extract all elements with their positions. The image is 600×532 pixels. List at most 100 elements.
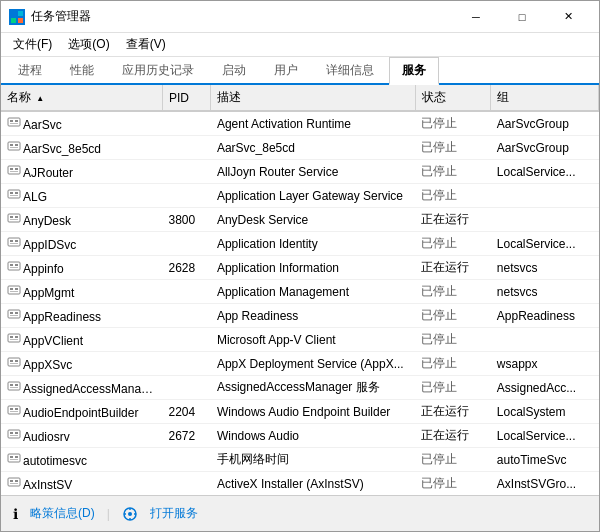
svg-rect-46 [15,360,18,362]
table-row[interactable]: ALG Application Layer Gateway Service 已停… [1,184,599,208]
cell-pid [162,448,210,472]
col-header-name[interactable]: 名称 ▲ [1,85,162,111]
table-row[interactable]: AudioEndpointBuilder 2204 Windows Audio … [1,400,599,424]
service-icon [7,379,23,393]
cell-desc: Application Information [211,256,416,280]
tab-details[interactable]: 详细信息 [313,57,387,83]
table-row[interactable]: AnyDesk 3800 AnyDesk Service 正在运行 [1,208,599,232]
col-header-desc[interactable]: 描述 [211,85,416,111]
footer-divider: | [107,507,110,521]
footer-hint-icon: ℹ [13,506,18,522]
col-header-status[interactable]: 状态 [415,85,490,111]
table-row[interactable]: AxInstSV ActiveX Installer (AxInstSV) 已停… [1,472,599,496]
minimize-button[interactable]: ─ [453,1,499,33]
cell-status: 已停止 [415,136,490,160]
cell-status: 正在运行 [415,256,490,280]
cell-status: 正在运行 [415,208,490,232]
cell-desc: AarSvc_8e5cd [211,136,416,160]
tab-users[interactable]: 用户 [261,57,311,83]
table-row[interactable]: AppVClient Microsoft App-V Client 已停止 [1,328,599,352]
open-services-link[interactable]: 打开服务 [150,505,198,522]
svg-rect-17 [10,192,13,194]
sort-arrow-name: ▲ [36,94,44,103]
cell-name: AarSvc_8e5cd [1,136,162,160]
svg-rect-48 [8,382,20,390]
cell-pid [162,184,210,208]
table-row[interactable]: AssignedAccessManager... AssignedAccessM… [1,376,599,400]
svg-rect-14 [15,168,18,170]
cell-group [491,184,599,208]
window-title: 任务管理器 [31,8,453,25]
tab-services[interactable]: 服务 [389,57,439,85]
service-icon [7,259,23,273]
table-row[interactable]: AppIDSvc Application Identity 已停止 LocalS… [1,232,599,256]
cell-desc: AssignedAccessManager 服务 [211,376,416,400]
table-row[interactable]: Appinfo 2628 Application Information 正在运… [1,256,599,280]
cell-group: AarSvcGroup [491,136,599,160]
cell-pid [162,160,210,184]
services-tbody: AarSvc Agent Activation Runtime 已停止 AarS… [1,111,599,495]
table-row[interactable]: AppXSvc AppX Deployment Service (AppX...… [1,352,599,376]
cell-desc: Application Layer Gateway Service [211,184,416,208]
svg-rect-21 [10,216,13,218]
cell-pid [162,111,210,136]
cell-pid [162,280,210,304]
menu-view[interactable]: 查看(V) [118,34,174,55]
service-icon [7,139,23,153]
cell-group: AxInstSVGro... [491,472,599,496]
cell-pid [162,352,210,376]
table-row[interactable]: AarSvc Agent Activation Runtime 已停止 AarS… [1,111,599,136]
cell-desc: AppX Deployment Service (AppX... [211,352,416,376]
svg-rect-12 [8,166,20,174]
svg-rect-60 [8,454,20,462]
table-row[interactable]: AarSvc_8e5cd AarSvc_8e5cd 已停止 AarSvcGrou… [1,136,599,160]
cell-name: Appinfo [1,256,162,280]
menu-options[interactable]: 选项(O) [60,34,117,55]
close-button[interactable]: ✕ [545,1,591,33]
svg-rect-41 [10,336,13,338]
hint-info-link[interactable]: 略策信息(D) [30,505,95,522]
svg-rect-65 [10,480,13,482]
maximize-button[interactable]: □ [499,1,545,33]
cell-group: LocalService... [491,232,599,256]
service-icon [7,355,23,369]
svg-rect-30 [15,264,18,266]
cell-name: autotimesvc [1,448,162,472]
svg-rect-39 [10,315,18,316]
service-icon [7,307,23,321]
svg-rect-4 [8,118,20,126]
tab-processes[interactable]: 进程 [5,57,55,83]
svg-rect-34 [15,288,18,290]
col-header-group[interactable]: 组 [491,85,599,111]
svg-rect-49 [10,384,13,386]
svg-rect-54 [15,408,18,410]
svg-rect-32 [8,286,20,294]
menu-file[interactable]: 文件(F) [5,34,60,55]
tab-performance[interactable]: 性能 [57,57,107,83]
service-icon [7,211,23,225]
table-row[interactable]: AppMgmt Application Management 已停止 netsv… [1,280,599,304]
table-row[interactable]: AppReadiness App Readiness 已停止 AppReadin… [1,304,599,328]
table-row[interactable]: AJRouter AllJoyn Router Service 已停止 Loca… [1,160,599,184]
cell-status: 正在运行 [415,424,490,448]
svg-rect-36 [8,310,20,318]
tab-app-history[interactable]: 应用历史记录 [109,57,207,83]
svg-rect-47 [10,363,18,364]
svg-rect-23 [10,219,18,220]
cell-group: AarSvcGroup [491,111,599,136]
svg-rect-31 [10,267,18,268]
table-row[interactable]: autotimesvc 手机网络时间 已停止 autoTimeSvc [1,448,599,472]
service-icon [7,115,23,129]
cell-group: wsappx [491,352,599,376]
svg-rect-6 [15,120,18,122]
cell-status: 已停止 [415,232,490,256]
svg-rect-5 [10,120,13,122]
col-header-pid[interactable]: PID [162,85,210,111]
service-icon [7,451,23,465]
cell-status: 已停止 [415,111,490,136]
svg-rect-8 [8,142,20,150]
table-row[interactable]: Audiosrv 2672 Windows Audio 正在运行 LocalSe… [1,424,599,448]
cell-status: 已停止 [415,280,490,304]
services-table-container[interactable]: 名称 ▲ PID 描述 状态 组 [1,85,599,495]
tab-startup[interactable]: 启动 [209,57,259,83]
